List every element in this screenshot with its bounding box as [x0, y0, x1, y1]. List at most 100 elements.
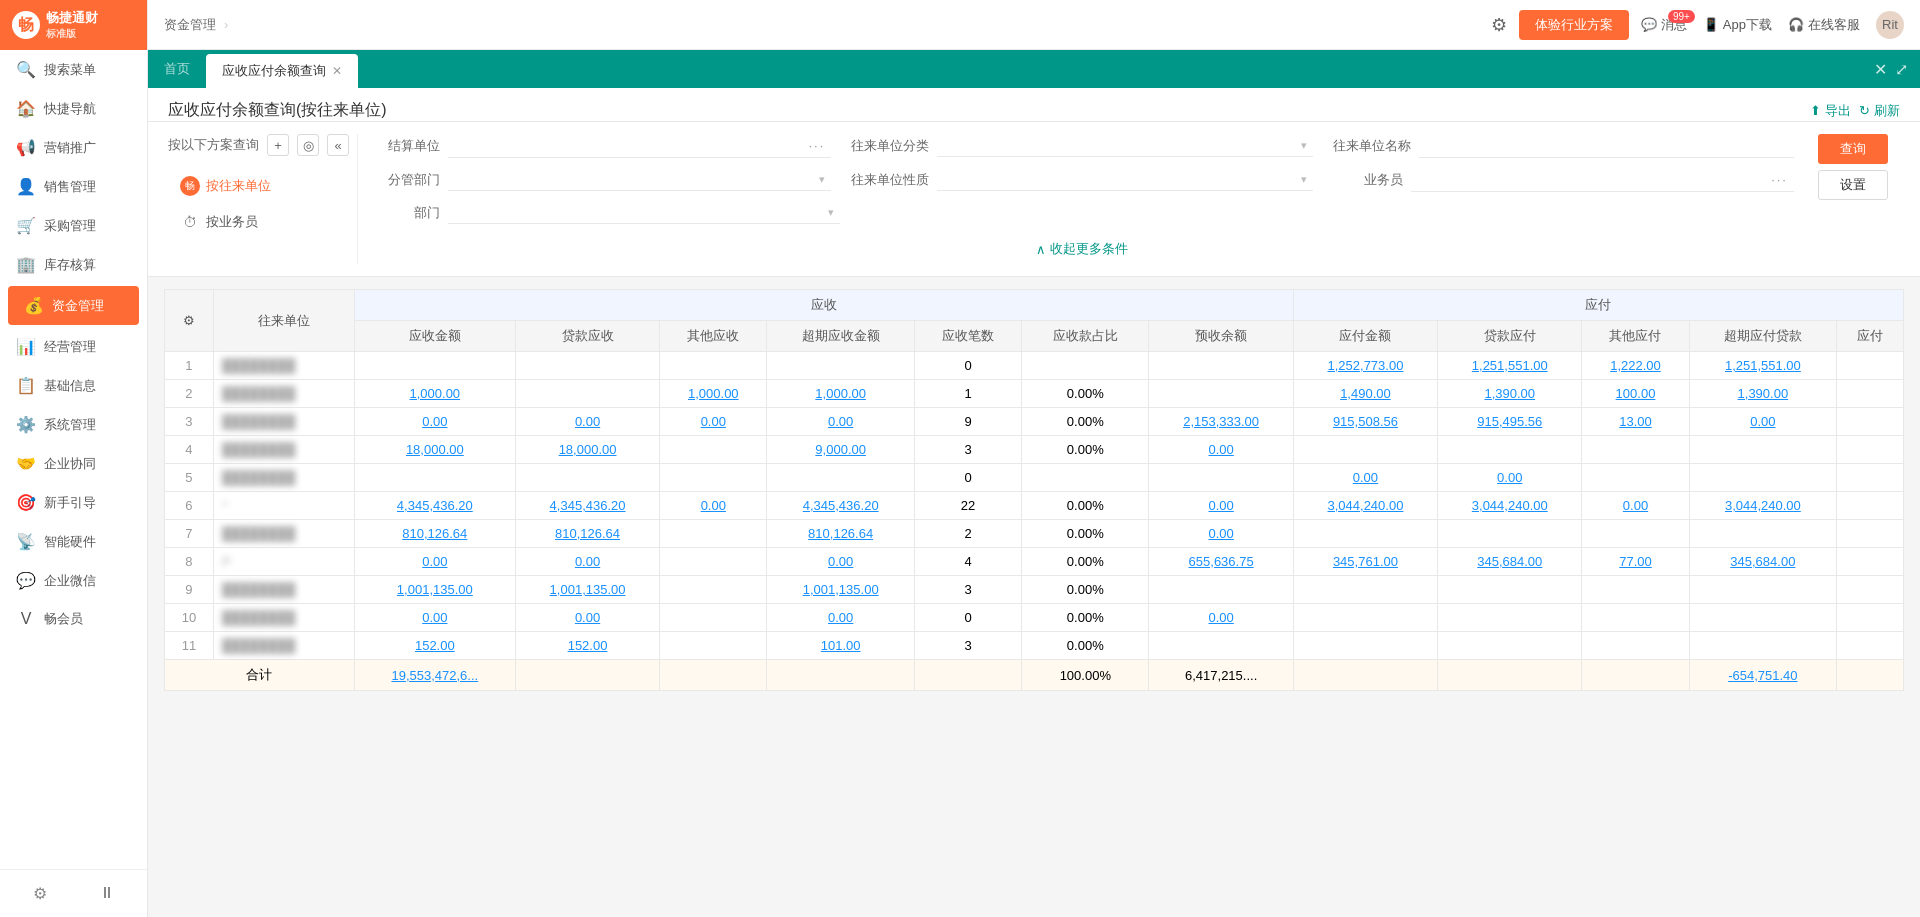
ap_overdue-cell[interactable]: 345,684.00: [1689, 548, 1837, 576]
ap_amount-cell[interactable]: 915,508.56: [1293, 408, 1437, 436]
ap_amount-cell[interactable]: 0.00: [1293, 464, 1437, 492]
ap_amount-cell[interactable]: 345,761.00: [1293, 548, 1437, 576]
ar_loan-cell[interactable]: 0.00: [515, 604, 659, 632]
service-button[interactable]: 🎧 在线客服: [1788, 16, 1860, 34]
add-scheme-button[interactable]: +: [267, 134, 289, 156]
ar_loan-cell[interactable]: 1,001,135.00: [515, 576, 659, 604]
sidebar-settings-button[interactable]: ⚙: [8, 878, 72, 909]
sidebar-item-search[interactable]: 🔍 搜索菜单: [0, 50, 147, 89]
ar_amount-cell[interactable]: 0.00: [354, 408, 515, 436]
sidebar-item-base[interactable]: 📋 基础信息: [0, 366, 147, 405]
window-close-icon[interactable]: ✕: [1874, 60, 1887, 79]
ar_prepay-cell[interactable]: 2,153,333.00: [1149, 408, 1293, 436]
ap_loan-cell[interactable]: 1,390.00: [1438, 380, 1582, 408]
ar_amount-cell[interactable]: 1,000.00: [354, 380, 515, 408]
ar_prepay-cell[interactable]: 0.00: [1149, 492, 1293, 520]
ap_overdue-cell[interactable]: 3,044,240.00: [1689, 492, 1837, 520]
ar_prepay-cell[interactable]: 0.00: [1149, 604, 1293, 632]
ar_overdue-cell[interactable]: 9,000.00: [767, 436, 915, 464]
nav-by-partner[interactable]: 畅 按往来单位: [168, 168, 349, 204]
sidebar-item-operations[interactable]: 📊 经营管理: [0, 327, 147, 366]
table-settings-icon[interactable]: ⚙: [165, 290, 214, 352]
ar_overdue-cell[interactable]: 101.00: [767, 632, 915, 660]
ar_amount-cell[interactable]: 152.00: [354, 632, 515, 660]
ar_overdue-cell[interactable]: 4,345,436.20: [767, 492, 915, 520]
ap_amount-cell[interactable]: 3,044,240.00: [1293, 492, 1437, 520]
ar_loan-cell[interactable]: 0.00: [515, 408, 659, 436]
footer-ap-overdue[interactable]: -654,751.40: [1689, 660, 1837, 691]
ap_overdue-cell[interactable]: 1,251,551.00: [1689, 352, 1837, 380]
sub-dept-select[interactable]: ▾: [448, 202, 840, 224]
ar_other-cell[interactable]: 1,000.00: [660, 380, 767, 408]
tab-ar-ap[interactable]: 应收应付余额查询 ✕: [206, 54, 358, 88]
nav-by-staff[interactable]: ⏱ 按业务员: [168, 204, 349, 240]
sidebar-item-shortcut[interactable]: 🏠 快捷导航: [0, 89, 147, 128]
partner-nature-select[interactable]: ▾: [937, 169, 1312, 191]
collapse-nav-button[interactable]: «: [327, 134, 349, 156]
app-download-button[interactable]: 📱 App下载: [1703, 16, 1772, 34]
ar_amount-cell[interactable]: 4,345,436.20: [354, 492, 515, 520]
sidebar-item-purchase[interactable]: 🛒 采购管理: [0, 206, 147, 245]
ap_loan-cell[interactable]: 0.00: [1438, 464, 1582, 492]
ap_other-cell[interactable]: 13.00: [1582, 408, 1689, 436]
partner-name-input[interactable]: [1419, 134, 1794, 158]
ar_overdue-cell[interactable]: 0.00: [767, 408, 915, 436]
refresh-button[interactable]: ↻ 刷新: [1859, 102, 1900, 120]
sidebar-item-sales[interactable]: 👤 销售管理: [0, 167, 147, 206]
settings-button[interactable]: 设置: [1818, 170, 1888, 200]
topbar-settings-icon[interactable]: ⚙: [1491, 14, 1507, 36]
ar_overdue-cell[interactable]: 0.00: [767, 604, 915, 632]
staff-input[interactable]: ···: [1411, 168, 1794, 192]
ar_prepay-cell[interactable]: 655,636.75: [1149, 548, 1293, 576]
sidebar-item-system[interactable]: ⚙️ 系统管理: [0, 405, 147, 444]
sidebar-item-guide[interactable]: 🎯 新手引导: [0, 483, 147, 522]
tab-home[interactable]: 首页: [148, 50, 206, 88]
ar_loan-cell[interactable]: 152.00: [515, 632, 659, 660]
ar_overdue-cell[interactable]: 1,001,135.00: [767, 576, 915, 604]
sidebar-item-member[interactable]: V 畅会员: [0, 600, 147, 638]
sidebar-item-corp[interactable]: 🤝 企业协同: [0, 444, 147, 483]
ar_amount-cell[interactable]: 810,126.64: [354, 520, 515, 548]
ar_loan-cell[interactable]: 4,345,436.20: [515, 492, 659, 520]
ar_loan-cell[interactable]: 18,000.00: [515, 436, 659, 464]
sidebar-item-wechat[interactable]: 💬 企业微信: [0, 561, 147, 600]
ap_overdue-cell[interactable]: 0.00: [1689, 408, 1837, 436]
sidebar-item-hardware[interactable]: 📡 智能硬件: [0, 522, 147, 561]
ar_amount-cell[interactable]: 18,000.00: [354, 436, 515, 464]
dept-select[interactable]: ▾: [448, 169, 831, 191]
ar_amount-cell[interactable]: 1,001,135.00: [354, 576, 515, 604]
promo-button[interactable]: 体验行业方案: [1519, 10, 1629, 40]
ar_prepay-cell[interactable]: 0.00: [1149, 436, 1293, 464]
ar_amount-cell[interactable]: 0.00: [354, 548, 515, 576]
ar_overdue-cell[interactable]: 810,126.64: [767, 520, 915, 548]
ar_other-cell[interactable]: 0.00: [660, 408, 767, 436]
ap_loan-cell[interactable]: 345,684.00: [1438, 548, 1582, 576]
collapse-more-button[interactable]: ∧ 收起更多条件: [1030, 234, 1134, 264]
sidebar-item-finance[interactable]: 💰 资金管理: [8, 286, 139, 325]
target-icon-button[interactable]: ◎: [297, 134, 319, 156]
ar_loan-cell[interactable]: 0.00: [515, 548, 659, 576]
export-button[interactable]: ⬆ 导出: [1810, 102, 1851, 120]
ap_other-cell[interactable]: 77.00: [1582, 548, 1689, 576]
messages-button[interactable]: 💬 消息 99+: [1641, 16, 1687, 34]
ar_loan-cell[interactable]: 810,126.64: [515, 520, 659, 548]
ap_loan-cell[interactable]: 1,251,551.00: [1438, 352, 1582, 380]
ap_loan-cell[interactable]: 3,044,240.00: [1438, 492, 1582, 520]
ar_other-cell[interactable]: 0.00: [660, 492, 767, 520]
ap_overdue-cell[interactable]: 1,390.00: [1689, 380, 1837, 408]
ap_other-cell[interactable]: 0.00: [1582, 492, 1689, 520]
partner-category-select[interactable]: ▾: [937, 135, 1312, 157]
sidebar-collapse-button[interactable]: ⏸: [76, 878, 140, 909]
ap_other-cell[interactable]: 100.00: [1582, 380, 1689, 408]
user-avatar[interactable]: Rit: [1876, 11, 1904, 39]
settlement-input[interactable]: ···: [448, 134, 831, 158]
ar_overdue-cell[interactable]: 0.00: [767, 548, 915, 576]
tab-close-icon[interactable]: ✕: [332, 64, 342, 78]
footer-ar-amount[interactable]: 19,553,472,6...: [354, 660, 515, 691]
ap_amount-cell[interactable]: 1,252,773.00: [1293, 352, 1437, 380]
window-expand-icon[interactable]: ⤢: [1895, 60, 1908, 79]
ap_other-cell[interactable]: 1,222.00: [1582, 352, 1689, 380]
ar_overdue-cell[interactable]: 1,000.00: [767, 380, 915, 408]
ar_prepay-cell[interactable]: 0.00: [1149, 520, 1293, 548]
ar_amount-cell[interactable]: 0.00: [354, 604, 515, 632]
